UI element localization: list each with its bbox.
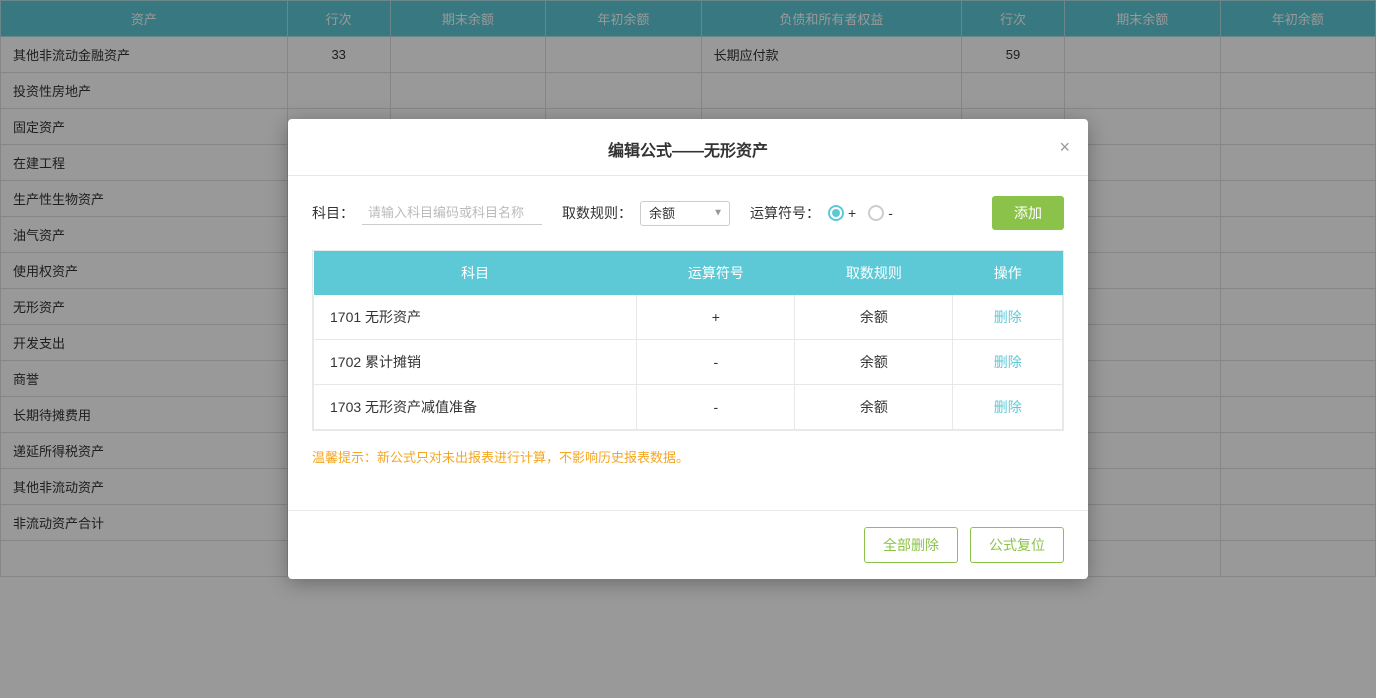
operator-minus-label: - — [888, 205, 893, 221]
th-subject: 科目 — [314, 251, 637, 295]
cell-rule-0: 余额 — [795, 295, 953, 340]
delete-link-0[interactable]: 删除 — [994, 309, 1022, 325]
form-row: 科目： 取数规则： 余额 借方 贷方 运算符号： — [312, 196, 1064, 230]
delete-link-2[interactable]: 删除 — [994, 399, 1022, 415]
cell-rule-1: 余额 — [795, 340, 953, 385]
modal-footer: 全部删除 公式复位 — [288, 510, 1088, 579]
table-row: 1702 累计摊销 - 余额 删除 — [314, 340, 1063, 385]
add-button[interactable]: 添加 — [992, 196, 1064, 230]
cell-action-0[interactable]: 删除 — [953, 295, 1063, 340]
rule-label: 取数规则： — [562, 203, 632, 223]
subject-label: 科目： — [312, 203, 354, 223]
th-operator: 运算符号 — [637, 251, 795, 295]
operator-plus-label: + — [848, 205, 856, 221]
cell-subject-1: 1702 累计摊销 — [314, 340, 637, 385]
radio-minus-icon[interactable] — [868, 205, 884, 221]
modal-dialog: 编辑公式——无形资产 × 科目： 取数规则： 余额 借方 贷方 — [288, 119, 1088, 579]
cell-subject-0: 1701 无形资产 — [314, 295, 637, 340]
rule-select-wrap[interactable]: 余额 借方 贷方 — [640, 201, 730, 226]
warning-text: 温馨提示：新公式只对未出报表进行计算，不影响历史报表数据。 — [312, 447, 1064, 466]
subject-group: 科目： — [312, 201, 542, 225]
th-rule: 取数规则 — [795, 251, 953, 295]
rule-select[interactable]: 余额 借方 贷方 — [640, 201, 730, 226]
modal-body: 科目： 取数规则： 余额 借方 贷方 运算符号： — [288, 176, 1088, 510]
subject-input[interactable] — [362, 201, 542, 225]
operator-plus-item[interactable]: + — [828, 205, 856, 221]
modal-close-button[interactable]: × — [1059, 138, 1070, 156]
modal-header: 编辑公式——无形资产 × — [288, 119, 1088, 176]
operator-group: 运算符号： + - — [750, 203, 893, 223]
cell-rule-2: 余额 — [795, 385, 953, 430]
cell-operator-1: - — [637, 340, 795, 385]
rule-group: 取数规则： 余额 借方 贷方 — [562, 201, 730, 226]
operator-radio-group: + - — [828, 205, 893, 221]
delete-all-button[interactable]: 全部删除 — [864, 527, 958, 563]
cell-action-1[interactable]: 删除 — [953, 340, 1063, 385]
cell-operator-2: - — [637, 385, 795, 430]
modal-title: 编辑公式——无形资产 — [608, 137, 768, 161]
table-row: 1701 无形资产 + 余额 删除 — [314, 295, 1063, 340]
radio-plus-icon[interactable] — [828, 205, 844, 221]
cell-operator-0: + — [637, 295, 795, 340]
table-row: 1703 无形资产减值准备 - 余额 删除 — [314, 385, 1063, 430]
modal-overlay: 编辑公式——无形资产 × 科目： 取数规则： 余额 借方 贷方 — [0, 0, 1376, 698]
operator-minus-item[interactable]: - — [868, 205, 893, 221]
cell-subject-2: 1703 无形资产减值准备 — [314, 385, 637, 430]
th-action: 操作 — [953, 251, 1063, 295]
data-table-wrap: 科目 运算符号 取数规则 操作 1701 无形资产 + 余额 删除 1702 累… — [312, 250, 1064, 431]
operator-label: 运算符号： — [750, 203, 820, 223]
cell-action-2[interactable]: 删除 — [953, 385, 1063, 430]
delete-link-1[interactable]: 删除 — [994, 354, 1022, 370]
data-table: 科目 运算符号 取数规则 操作 1701 无形资产 + 余额 删除 1702 累… — [313, 251, 1063, 430]
reset-formula-button[interactable]: 公式复位 — [970, 527, 1064, 563]
